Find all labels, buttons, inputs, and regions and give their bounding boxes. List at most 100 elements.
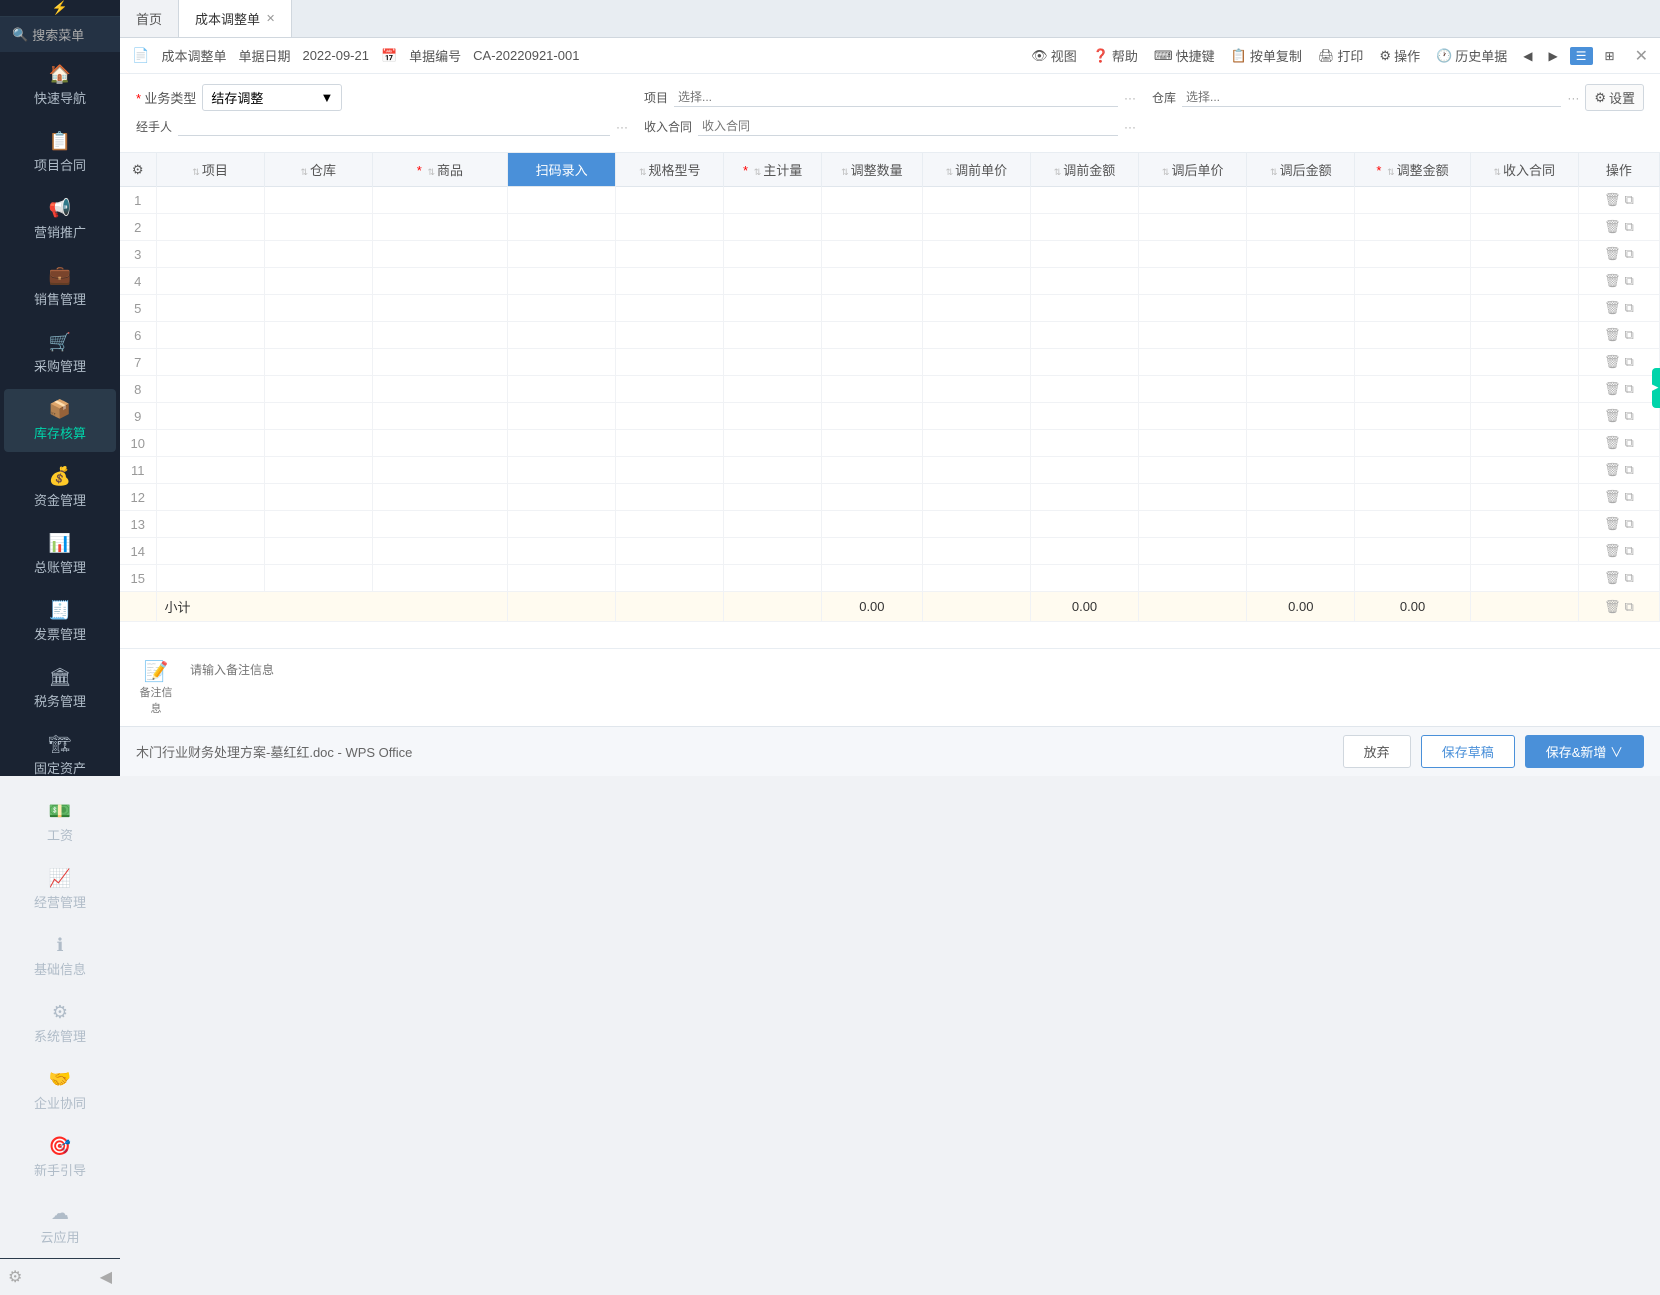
row-after-amount-cell[interactable] — [1247, 295, 1355, 322]
row-scan-cell[interactable] — [508, 430, 616, 457]
row-product-cell[interactable] — [372, 457, 507, 484]
row-qty-cell[interactable] — [821, 268, 922, 295]
row-scan-cell[interactable] — [508, 538, 616, 565]
row-after-price-cell[interactable] — [1139, 322, 1247, 349]
row-income-contract-cell[interactable] — [1470, 457, 1578, 484]
row-before-price-cell[interactable] — [922, 187, 1030, 214]
col-project[interactable]: ⇅项目 — [156, 153, 264, 187]
row-warehouse-cell[interactable] — [264, 565, 372, 592]
delete-row-icon[interactable]: 🗑 — [1604, 489, 1621, 505]
row-before-price-cell[interactable] — [922, 538, 1030, 565]
sidebar-item-invoice-mgmt[interactable]: 🧾 发票管理 — [4, 590, 116, 653]
row-adjust-amount-cell[interactable] — [1355, 214, 1470, 241]
row-warehouse-cell[interactable] — [264, 322, 372, 349]
row-before-amount-cell[interactable] — [1030, 457, 1138, 484]
copy-row-icon[interactable]: ⧉ — [1625, 219, 1634, 235]
row-warehouse-cell[interactable] — [264, 187, 372, 214]
row-after-amount-cell[interactable] — [1247, 268, 1355, 295]
sidebar-item-ops-mgmt[interactable]: 📈 经营管理 — [4, 858, 116, 921]
row-unit-cell[interactable] — [724, 430, 822, 457]
row-income-contract-cell[interactable] — [1470, 214, 1578, 241]
row-qty-cell[interactable] — [821, 430, 922, 457]
row-scan-cell[interactable] — [508, 295, 616, 322]
row-income-contract-cell[interactable] — [1470, 511, 1578, 538]
delete-row-icon[interactable]: 🗑 — [1604, 570, 1621, 586]
grid-view-btn[interactable]: ⊞ — [1601, 47, 1619, 65]
row-before-amount-cell[interactable] — [1030, 403, 1138, 430]
delete-row-icon[interactable]: 🗑 — [1604, 381, 1621, 397]
row-before-amount-cell[interactable] — [1030, 376, 1138, 403]
row-spec-cell[interactable] — [616, 538, 724, 565]
help-btn[interactable]: ❓ 帮助 — [1089, 44, 1142, 67]
col-before-amount[interactable]: ⇅调前金额 — [1030, 153, 1138, 187]
row-product-cell[interactable] — [372, 241, 507, 268]
row-qty-cell[interactable] — [821, 322, 922, 349]
copy-by-order-btn[interactable]: 📋 按单复制 — [1227, 44, 1306, 67]
tab-home[interactable]: 首页 — [120, 0, 179, 37]
row-unit-cell[interactable] — [724, 538, 822, 565]
delete-row-icon[interactable]: 🗑 — [1604, 192, 1621, 208]
view-btn[interactable]: 👁 视图 — [1027, 44, 1081, 67]
save-draft-button[interactable]: 保存草稿 — [1421, 735, 1515, 768]
row-after-price-cell[interactable] — [1139, 349, 1247, 376]
row-product-cell[interactable] — [372, 187, 507, 214]
row-after-price-cell[interactable] — [1139, 484, 1247, 511]
row-product-cell[interactable] — [372, 538, 507, 565]
row-after-amount-cell[interactable] — [1247, 187, 1355, 214]
row-spec-cell[interactable] — [616, 295, 724, 322]
row-product-cell[interactable] — [372, 214, 507, 241]
warehouse-dots-btn[interactable]: ··· — [1567, 91, 1579, 105]
delete-row-icon[interactable]: 🗑 — [1604, 543, 1621, 559]
row-spec-cell[interactable] — [616, 511, 724, 538]
shortcut-btn[interactable]: ⌨ 快捷键 — [1150, 44, 1219, 67]
delete-row-icon[interactable]: 🗑 — [1604, 435, 1621, 451]
row-adjust-amount-cell[interactable] — [1355, 538, 1470, 565]
window-close-icon[interactable]: ✕ — [1635, 46, 1648, 66]
row-qty-cell[interactable] — [821, 241, 922, 268]
copy-row-icon[interactable]: ⧉ — [1625, 381, 1634, 397]
list-view-btn[interactable]: ☰ — [1570, 47, 1593, 65]
discard-button[interactable]: 放弃 — [1343, 735, 1411, 768]
col-before-price[interactable]: ⇅调前单价 — [922, 153, 1030, 187]
row-qty-cell[interactable] — [821, 457, 922, 484]
row-adjust-amount-cell[interactable] — [1355, 322, 1470, 349]
row-before-amount-cell[interactable] — [1030, 565, 1138, 592]
sidebar-item-sales-mgmt[interactable]: 💼 销售管理 — [4, 255, 116, 318]
row-after-price-cell[interactable] — [1139, 376, 1247, 403]
sidebar-item-inventory-calc[interactable]: 📦 库存核算 — [4, 389, 116, 452]
right-edge-indicator[interactable]: ▶ — [1652, 368, 1660, 408]
sidebar-search-btn[interactable]: 🔍 搜索菜单 — [0, 17, 120, 52]
sidebar-item-new-guide[interactable]: 🎯 新手引导 — [4, 1126, 116, 1189]
row-adjust-amount-cell[interactable] — [1355, 376, 1470, 403]
row-before-price-cell[interactable] — [922, 511, 1030, 538]
row-after-amount-cell[interactable] — [1247, 403, 1355, 430]
delete-row-icon[interactable]: 🗑 — [1604, 354, 1621, 370]
row-before-amount-cell[interactable] — [1030, 295, 1138, 322]
handler-dots-btn[interactable]: ··· — [616, 120, 628, 134]
row-unit-cell[interactable] — [724, 376, 822, 403]
row-product-cell[interactable] — [372, 268, 507, 295]
gear-icon[interactable]: ⚙ — [8, 1267, 22, 1287]
row-scan-cell[interactable] — [508, 457, 616, 484]
row-after-amount-cell[interactable] — [1247, 484, 1355, 511]
row-spec-cell[interactable] — [616, 322, 724, 349]
copy-row-icon[interactable]: ⧉ — [1625, 516, 1634, 532]
row-after-amount-cell[interactable] — [1247, 322, 1355, 349]
row-warehouse-cell[interactable] — [264, 511, 372, 538]
row-unit-cell[interactable] — [724, 349, 822, 376]
copy-row-icon[interactable]: ⧉ — [1625, 273, 1634, 289]
sidebar-item-payroll[interactable]: 💵 工资 — [4, 791, 116, 854]
row-after-price-cell[interactable] — [1139, 403, 1247, 430]
row-scan-cell[interactable] — [508, 268, 616, 295]
row-project-cell[interactable] — [156, 376, 264, 403]
row-warehouse-cell[interactable] — [264, 241, 372, 268]
row-before-amount-cell[interactable] — [1030, 322, 1138, 349]
row-after-price-cell[interactable] — [1139, 295, 1247, 322]
row-after-amount-cell[interactable] — [1247, 376, 1355, 403]
row-qty-cell[interactable] — [821, 187, 922, 214]
row-project-cell[interactable] — [156, 295, 264, 322]
row-unit-cell[interactable] — [724, 457, 822, 484]
row-before-amount-cell[interactable] — [1030, 214, 1138, 241]
row-warehouse-cell[interactable] — [264, 430, 372, 457]
col-income-contract[interactable]: ⇅收入合同 — [1470, 153, 1578, 187]
